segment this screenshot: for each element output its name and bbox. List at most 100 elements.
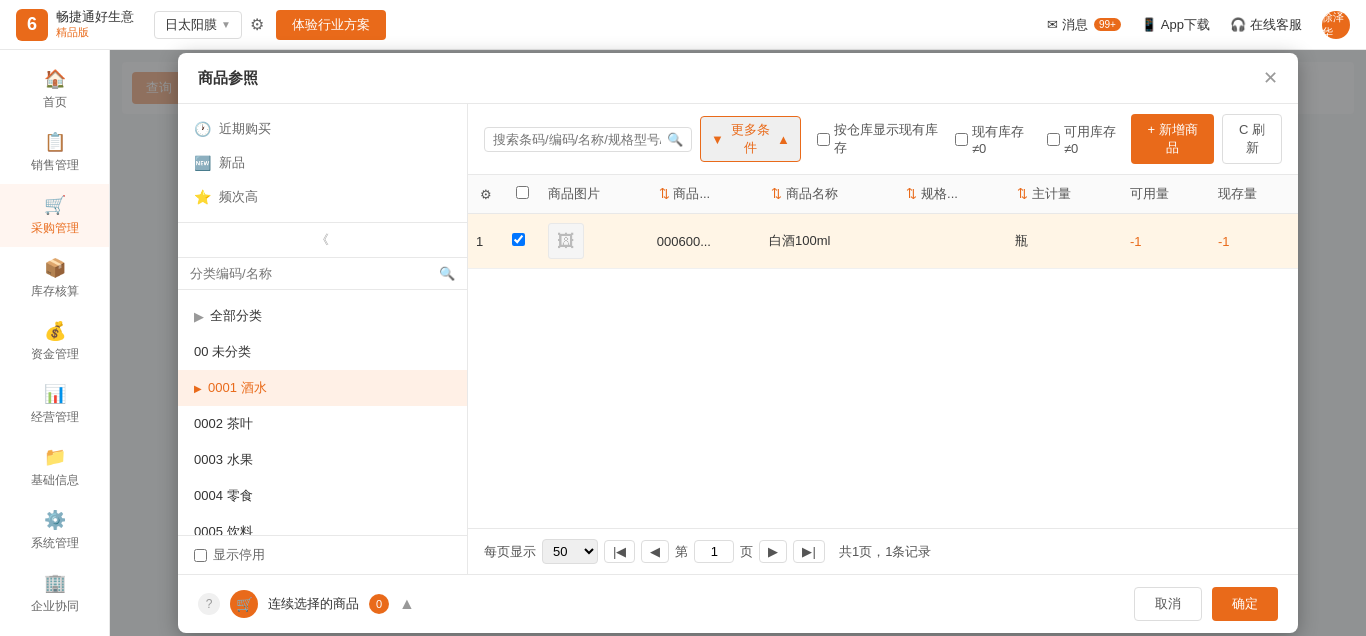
cart-button[interactable]: 🛒	[230, 590, 258, 618]
row-image-cell: 🖼	[540, 214, 649, 269]
filter-button[interactable]: ▼ 更多条件 ▲	[700, 116, 801, 162]
headset-icon: 🎧	[1230, 17, 1246, 32]
category-item-all[interactable]: ▶ 全部分类	[178, 298, 467, 334]
inventory-icon: 📦	[44, 257, 66, 279]
logo-text: 畅捷通好生意	[56, 9, 134, 25]
page-number-input[interactable]	[694, 540, 734, 563]
prev-page-button[interactable]: ◀	[641, 540, 669, 563]
category-item-cat00[interactable]: 00 未分类	[178, 334, 467, 370]
th-spec[interactable]: ⇅ 规格...	[896, 175, 1007, 214]
category-item-cat0005[interactable]: 0005 饮料	[178, 514, 467, 535]
show-disabled-area: 显示停用	[178, 535, 467, 574]
category-item-cat0002[interactable]: 0002 茶叶	[178, 406, 467, 442]
table-row[interactable]: 1 🖼	[468, 214, 1298, 269]
page-label: 第	[675, 543, 688, 561]
purchase-icon: 🛒	[44, 194, 66, 216]
th-unit[interactable]: ⇅ 主计量	[1007, 175, 1122, 214]
product-search-input[interactable]	[493, 132, 661, 147]
confirm-button[interactable]: 确定	[1212, 587, 1278, 621]
operation-icon: 📊	[44, 383, 66, 405]
chevron-down-icon: ▼	[221, 19, 231, 30]
sidebar-item-home[interactable]: 🏠 首页	[0, 58, 109, 121]
sidebar-label: 销售管理	[31, 157, 79, 174]
product-image: 🖼	[548, 223, 584, 259]
select-all-header[interactable]	[504, 175, 540, 214]
sidebar-label: 首页	[43, 94, 67, 111]
top-nav: 6 畅捷通好生意 精品版 日太阳膜 ▼ ⚙ 体验行业方案 ✉ 消息 99+ 📱 …	[0, 0, 1366, 50]
logo-area: 6 畅捷通好生意 精品版	[16, 9, 134, 41]
by-warehouse-checkbox-label[interactable]: 按仓库显示现有库存	[817, 121, 939, 157]
sidebar-item-purchase[interactable]: 🛒 采购管理	[0, 184, 109, 247]
left-panel: 🕐 近期购买 🆕 新品 ⭐ 频次高	[178, 104, 468, 574]
clock-icon: 🕐	[194, 121, 211, 137]
sidebar-item-sales[interactable]: 📋 销售管理	[0, 121, 109, 184]
right-toolbar: 🔍 ▼ 更多条件 ▲ 按仓库显示现有库存	[468, 104, 1298, 175]
user-menu[interactable]: 徐泽华	[1322, 11, 1350, 39]
th-name[interactable]: ⇅ 商品名称	[761, 175, 896, 214]
trial-button[interactable]: 体验行业方案	[276, 10, 386, 40]
next-page-button[interactable]: ▶	[759, 540, 787, 563]
messages-button[interactable]: ✉ 消息 99+	[1047, 16, 1121, 34]
left-tab-label: 新品	[219, 154, 245, 172]
filter-icon: ▼	[711, 132, 724, 147]
selected-count-badge: 0	[369, 594, 389, 614]
nav-selector[interactable]: 日太阳膜 ▼	[154, 11, 242, 39]
help-icon[interactable]: ?	[198, 593, 220, 615]
footer-collapse-button[interactable]: ▲	[399, 595, 415, 613]
row-code: 000600...	[649, 214, 761, 269]
has-stock-checkbox-label[interactable]: 现有库存≠0	[955, 123, 1031, 156]
category-item-cat0003[interactable]: 0003 水果	[178, 442, 467, 478]
page-total-info: 共1页，1条记录	[839, 543, 931, 561]
th-image: 商品图片	[540, 175, 649, 214]
per-page-label: 每页显示	[484, 543, 536, 561]
show-disabled-checkbox[interactable]	[194, 549, 207, 562]
sort-icon: ⇅	[906, 186, 917, 201]
left-tab-recent[interactable]: 🕐 近期购买	[178, 112, 467, 146]
row-select-checkbox[interactable]	[512, 233, 525, 246]
sidebar-item-inventory[interactable]: 📦 库存核算	[0, 247, 109, 310]
checkbox-group: 按仓库显示现有库存 现有库存≠0 可用库存≠0	[817, 121, 1123, 157]
left-tab-frequent[interactable]: ⭐ 频次高	[178, 180, 467, 214]
table-header-row: ⚙ 商品图片 ⇅	[468, 175, 1298, 214]
sales-icon: 📋	[44, 131, 66, 153]
sort-icon: ⇅	[659, 186, 670, 201]
gear-icon[interactable]: ⚙	[250, 15, 264, 34]
app-download-button[interactable]: 📱 App下载	[1141, 16, 1210, 34]
online-service-button[interactable]: 🎧 在线客服	[1230, 16, 1302, 34]
chevron-left-icon: 《	[316, 231, 329, 249]
gear-col-header[interactable]: ⚙	[468, 175, 504, 214]
sidebar-item-finance[interactable]: 💰 资金管理	[0, 310, 109, 373]
chevron-up-icon: ▲	[777, 132, 790, 147]
sidebar-item-enterprise[interactable]: 🏢 企业协同	[0, 562, 109, 625]
panel-collapse-button[interactable]: 《	[178, 223, 467, 258]
sidebar-item-operation[interactable]: 📊 经营管理	[0, 373, 109, 436]
cancel-button[interactable]: 取消	[1134, 587, 1202, 621]
left-tab-new[interactable]: 🆕 新品	[178, 146, 467, 180]
th-code[interactable]: ⇅ 商品...	[649, 175, 761, 214]
category-item-cat0004[interactable]: 0004 零食	[178, 478, 467, 514]
available-stock-checkbox-label[interactable]: 可用库存≠0	[1047, 123, 1123, 156]
search-input-wrap: 🔍	[484, 127, 692, 152]
logo-sub: 精品版	[56, 25, 134, 40]
by-warehouse-checkbox[interactable]	[817, 133, 830, 146]
search-icon[interactable]: 🔍	[439, 266, 455, 281]
sidebar-item-system[interactable]: ⚙️ 系统管理	[0, 499, 109, 562]
sidebar-item-basic[interactable]: 📁 基础信息	[0, 436, 109, 499]
modal-close-button[interactable]: ✕	[1263, 67, 1278, 89]
search-icon[interactable]: 🔍	[667, 132, 683, 147]
category-item-cat0001[interactable]: ▶ 0001 酒水	[178, 370, 467, 406]
category-search-input[interactable]	[190, 266, 431, 281]
refresh-button[interactable]: C 刷新	[1222, 114, 1282, 164]
last-page-button[interactable]: ▶|	[793, 540, 824, 563]
first-page-button[interactable]: |◀	[604, 540, 635, 563]
add-product-button[interactable]: + 新增商品	[1131, 114, 1214, 164]
sidebar-item-guide[interactable]: 🎯 新手引导	[0, 625, 109, 636]
available-stock-checkbox[interactable]	[1047, 133, 1060, 146]
footer-left: ? 🛒 连续选择的商品 0 ▲	[198, 590, 415, 618]
footer-right: 取消 确定	[1134, 587, 1278, 621]
toolbar-right: + 新增商品 C 刷新	[1131, 114, 1282, 164]
has-stock-checkbox[interactable]	[955, 133, 968, 146]
select-all-checkbox[interactable]	[516, 186, 529, 199]
per-page-select[interactable]: 50 100 200	[542, 539, 598, 564]
left-tab-label: 频次高	[219, 188, 258, 206]
